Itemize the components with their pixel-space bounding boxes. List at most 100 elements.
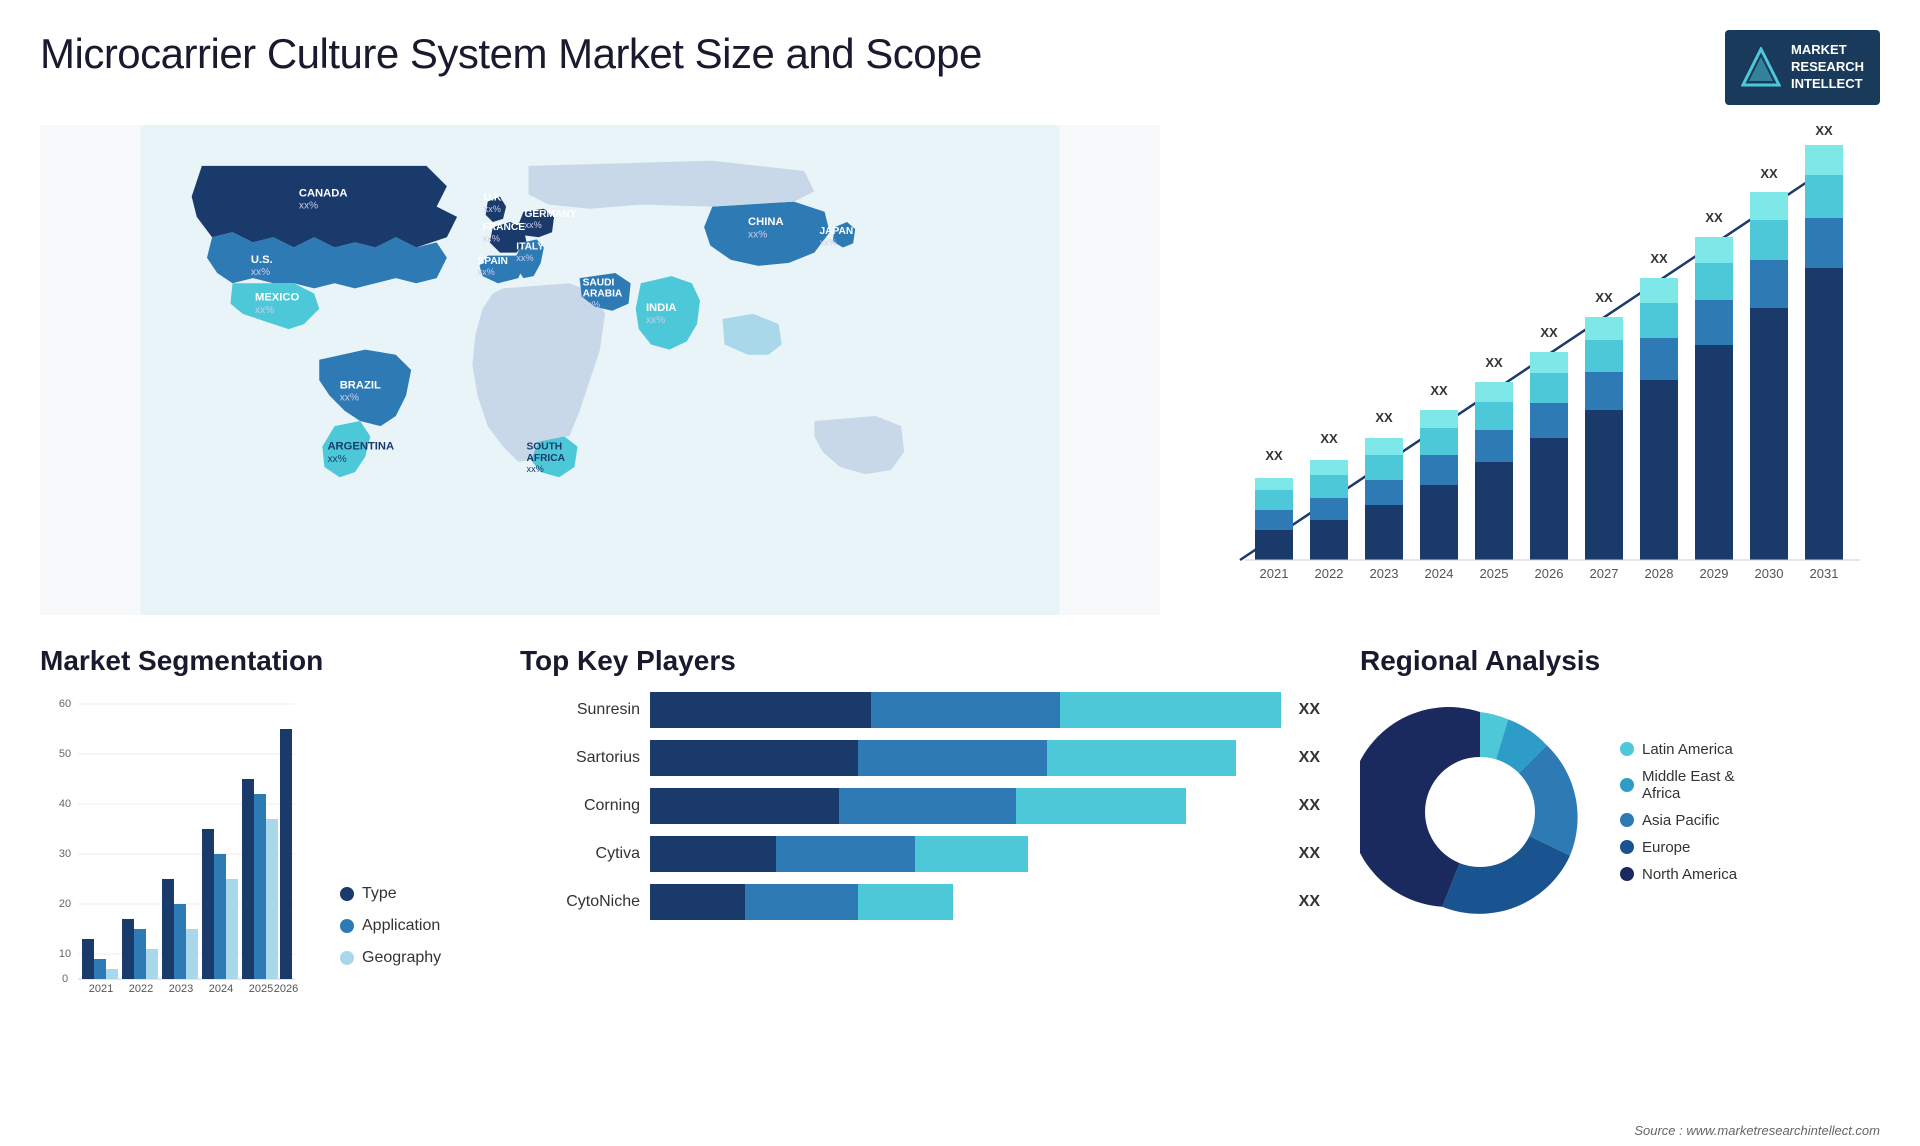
svg-text:2023: 2023 [169,983,193,992]
legend-mea-dot [1620,778,1634,792]
player-name-corning: Corning [520,797,640,815]
svg-text:2022: 2022 [1315,566,1344,581]
pie-hole [1425,757,1535,867]
svg-text:XX: XX [1540,325,1558,340]
player-row-cytoniche: CytoNiche XX [520,884,1320,920]
svg-text:2031: 2031 [1810,566,1839,581]
legend-type: Type [340,885,480,903]
seg-chart-svg: 60 50 40 30 20 10 0 [40,692,300,992]
player-row-cytiva: Cytiva XX [520,836,1320,872]
canada-value: xx% [299,200,318,211]
world-map-svg: CANADA xx% U.S. xx% MEXICO xx% BRAZIL xx… [40,125,1160,615]
world-map-container: CANADA xx% U.S. xx% MEXICO xx% BRAZIL xx… [40,125,1160,615]
svg-text:2024: 2024 [1425,566,1454,581]
svg-text:XX: XX [1265,448,1283,463]
svg-text:0: 0 [62,973,68,985]
japan-label: JAPAN [819,226,853,237]
player-row-corning: Corning XX [520,788,1320,824]
argentina-label: ARGENTINA [327,440,394,452]
india-label: INDIA [646,301,677,313]
legend-latin-america: Latin America [1620,741,1737,758]
france-label: FRANCE [483,222,526,233]
bar-seg1 [650,788,839,824]
svg-text:50: 50 [59,748,71,760]
bar-seg1 [650,884,745,920]
pie-chart [1360,692,1600,932]
logo-icon [1741,47,1781,87]
bar-seg1 [650,692,871,728]
canada-label: CANADA [299,187,348,199]
legend-asia: Asia Pacific [1620,812,1737,829]
player-name-cytoniche: CytoNiche [520,893,640,911]
legend-mea-label: Middle East &Africa [1642,768,1735,802]
regional-legend: Latin America Middle East &Africa Asia P… [1620,741,1737,883]
segmentation-title: Market Segmentation [40,645,480,677]
bar-seg3 [1016,788,1186,824]
logo-area: MARKET RESEARCH INTELLECT [1725,30,1880,105]
regional-content: Latin America Middle East &Africa Asia P… [1360,692,1880,932]
player-bar-sunresin [650,692,1281,728]
bar-seg2 [858,740,1047,776]
player-xx-cytoniche: XX [1299,893,1320,911]
svg-text:XX: XX [1595,290,1613,305]
svg-text:XX: XX [1375,410,1393,425]
svg-text:2023: 2023 [1370,566,1399,581]
top-section: CANADA xx% U.S. xx% MEXICO xx% BRAZIL xx… [40,125,1880,615]
saudi-label: SAUDI [583,277,615,288]
svg-text:60: 60 [59,698,71,710]
svg-text:2028: 2028 [1645,566,1674,581]
players-chart: Sunresin XX Sartorius [520,692,1320,920]
bar-seg2 [745,884,859,920]
china-label: CHINA [748,216,784,228]
legend-na-dot [1620,867,1634,881]
legend-app-dot [340,919,354,933]
player-bar-cytiva [650,836,1281,872]
brazil-value: xx% [340,392,359,403]
mexico-label: MEXICO [255,291,300,303]
legend-type-label: Type [362,885,397,903]
legend-na-label: North America [1642,866,1737,883]
legend-type-dot [340,887,354,901]
svg-text:20: 20 [59,898,71,910]
key-players-container: Top Key Players Sunresin XX Sartorius [520,645,1320,1025]
uk-label: U.K. [484,192,505,203]
segmentation-container: Market Segmentation 60 50 40 30 20 10 0 [40,645,480,1025]
legend-geo-label: Geography [362,949,441,967]
bar-seg3 [1060,692,1281,728]
china-value: xx% [748,229,767,240]
south-africa-label: SOUTH [527,441,563,452]
player-name-sunresin: Sunresin [520,701,640,719]
svg-text:XX: XX [1760,166,1778,181]
legend-europe-label: Europe [1642,839,1690,856]
bar-seg1 [650,740,858,776]
mexico-value: xx% [255,305,274,316]
japan-value: xx% [819,237,836,247]
seg-content: 60 50 40 30 20 10 0 [40,692,480,997]
us-value: xx% [251,267,270,278]
legend-europe: Europe [1620,839,1737,856]
svg-text:2027: 2027 [1590,566,1619,581]
us-label: U.S. [251,253,273,265]
player-row-sunresin: Sunresin XX [520,692,1320,728]
brazil-label: BRAZIL [340,379,381,391]
player-xx-cytiva: XX [1299,845,1320,863]
germany-label: GERMANY [524,209,576,220]
germany-value: xx% [524,220,541,230]
player-bar-cytoniche [650,884,1281,920]
svg-text:2029: 2029 [1700,566,1729,581]
player-row-sartorius: Sartorius XX [520,740,1320,776]
svg-text:40: 40 [59,798,71,810]
player-name-cytiva: Cytiva [520,845,640,863]
bar-chart-svg: XX XX XX XX [1200,125,1880,615]
uk-value: xx% [484,203,501,213]
svg-text:30: 30 [59,848,71,860]
svg-text:2024: 2024 [209,983,233,992]
svg-text:2021: 2021 [1260,566,1289,581]
regional-title: Regional Analysis [1360,645,1880,677]
legend-north-america: North America [1620,866,1737,883]
spain-value: xx% [477,267,494,277]
player-xx-sartorius: XX [1299,749,1320,767]
player-xx-corning: XX [1299,797,1320,815]
legend-mea: Middle East &Africa [1620,768,1737,802]
svg-text:2025: 2025 [1480,566,1509,581]
